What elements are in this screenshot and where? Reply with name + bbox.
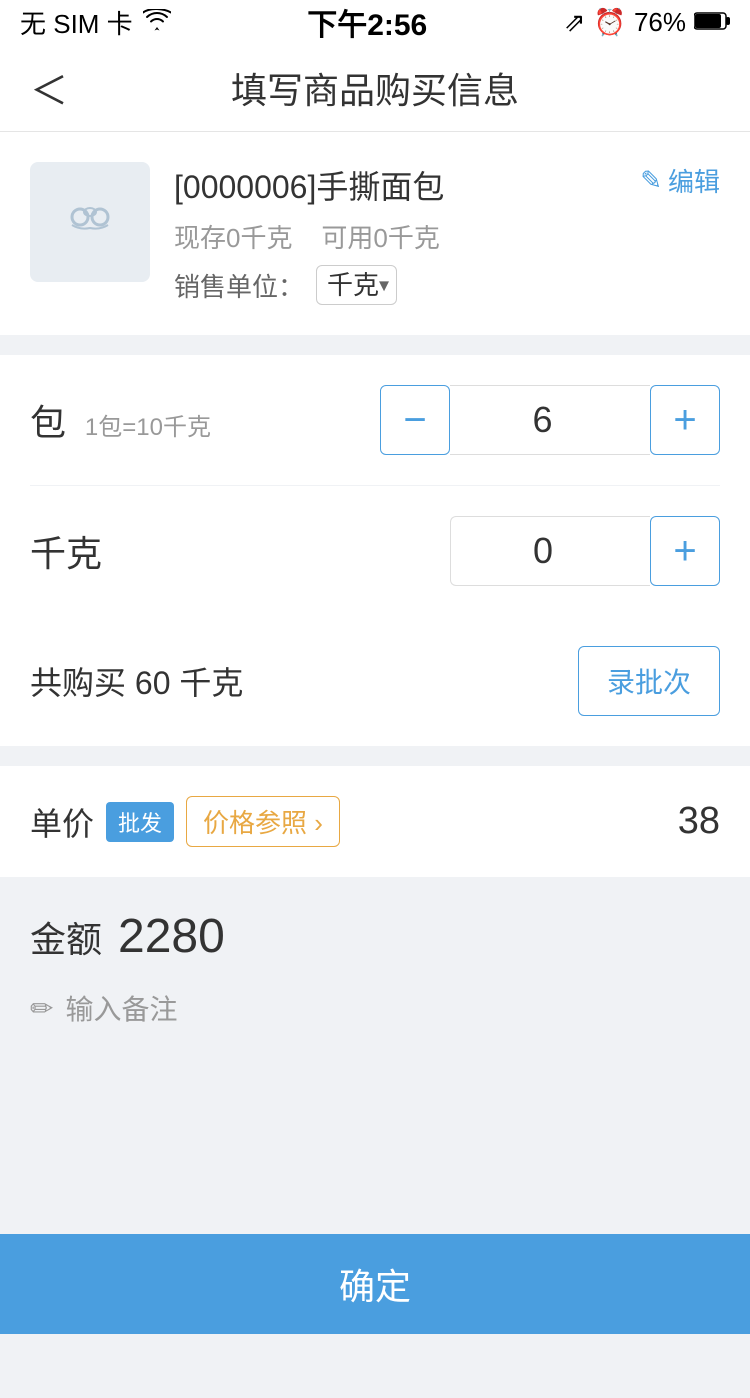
price-section: 单价 批发 价格参照 › 38 [0, 766, 750, 877]
kg-qty-input[interactable] [450, 516, 650, 586]
package-plus-button[interactable]: + [650, 385, 720, 455]
amount-value: 2280 [118, 909, 225, 964]
batch-button[interactable]: 录批次 [578, 646, 720, 716]
alarm-icon: ⏰ [594, 7, 626, 38]
product-stock: 现存0千克 可用0千克 [174, 218, 720, 255]
package-label-group: 包 1包=10千克 [30, 394, 211, 446]
pencil-icon: ✏ [30, 992, 53, 1025]
product-card: [0000006]手撕面包 ✎ 编辑 现存0千克 可用0千克 销售单位： 千克 [0, 132, 750, 335]
kg-label: 千克 [30, 533, 102, 574]
status-left: 无 SIM 卡 [20, 4, 171, 41]
kg-qty-control: + [450, 516, 720, 586]
amount-section: 金额 2280 ✏ 输入备注 [0, 879, 750, 1048]
unit-select[interactable]: 千克 [316, 265, 397, 305]
package-qty-input[interactable] [450, 385, 650, 455]
page-title: 填写商品购买信息 [231, 62, 519, 114]
sim-label: 无 SIM 卡 [20, 4, 133, 41]
divider-2 [0, 746, 750, 766]
price-ref-button[interactable]: 价格参照 › [186, 796, 340, 847]
edit-icon: ✎ [640, 165, 662, 196]
kg-plus-button[interactable]: + [650, 516, 720, 586]
package-qty-control: − + [380, 385, 720, 455]
confirm-button[interactable]: 确定 [0, 1234, 750, 1334]
package-label: 包 [30, 402, 66, 443]
product-info: [0000006]手撕面包 ✎ 编辑 现存0千克 可用0千克 销售单位： 千克 [174, 162, 720, 305]
location-icon: ⇗ [564, 7, 586, 38]
back-button[interactable]: ＜ [30, 60, 68, 115]
status-time: 下午2:56 [307, 0, 427, 44]
kg-input-row: 千克 + [30, 486, 720, 616]
summary-section: 共购买 60 千克 录批次 [0, 616, 750, 746]
amount-label: 金额 [30, 911, 102, 963]
price-label: 单价 [30, 799, 94, 845]
status-right: ⇗ ⏰ 76% [564, 7, 730, 38]
summary-row: 共购买 60 千克 录批次 [30, 616, 720, 746]
price-type-tag: 批发 [106, 802, 174, 842]
price-value: 38 [678, 800, 720, 843]
package-sublabel: 1包=10千克 [85, 414, 211, 441]
product-image [30, 162, 150, 282]
price-row: 单价 批发 价格参照 › 38 [30, 796, 720, 847]
divider-1 [0, 335, 750, 355]
unit-select-wrapper[interactable]: 千克 [316, 265, 397, 305]
remark-row[interactable]: ✏ 输入备注 [30, 988, 720, 1028]
nav-bar: ＜ 填写商品购买信息 [0, 44, 750, 132]
package-input-section: 包 1包=10千克 − + 千克 + [0, 355, 750, 616]
battery-percent: 76% [634, 7, 686, 38]
kg-label-group: 千克 [30, 525, 102, 577]
product-name: [0000006]手撕面包 [174, 162, 444, 208]
status-bar: 无 SIM 卡 下午2:56 ⇗ ⏰ 76% [0, 0, 750, 44]
amount-row: 金额 2280 [30, 909, 720, 964]
battery-icon [694, 7, 730, 38]
edit-button[interactable]: ✎ 编辑 [640, 162, 720, 199]
price-label-group: 单价 批发 价格参照 › [30, 796, 340, 847]
summary-text: 共购买 60 千克 [30, 658, 243, 704]
product-unit-row: 销售单位： 千克 [174, 265, 720, 305]
remark-label: 输入备注 [65, 988, 177, 1028]
package-minus-button[interactable]: − [380, 385, 450, 455]
wifi-icon [143, 7, 171, 38]
bottom-space [0, 1048, 750, 1398]
package-input-row: 包 1包=10千克 − + [30, 355, 720, 486]
